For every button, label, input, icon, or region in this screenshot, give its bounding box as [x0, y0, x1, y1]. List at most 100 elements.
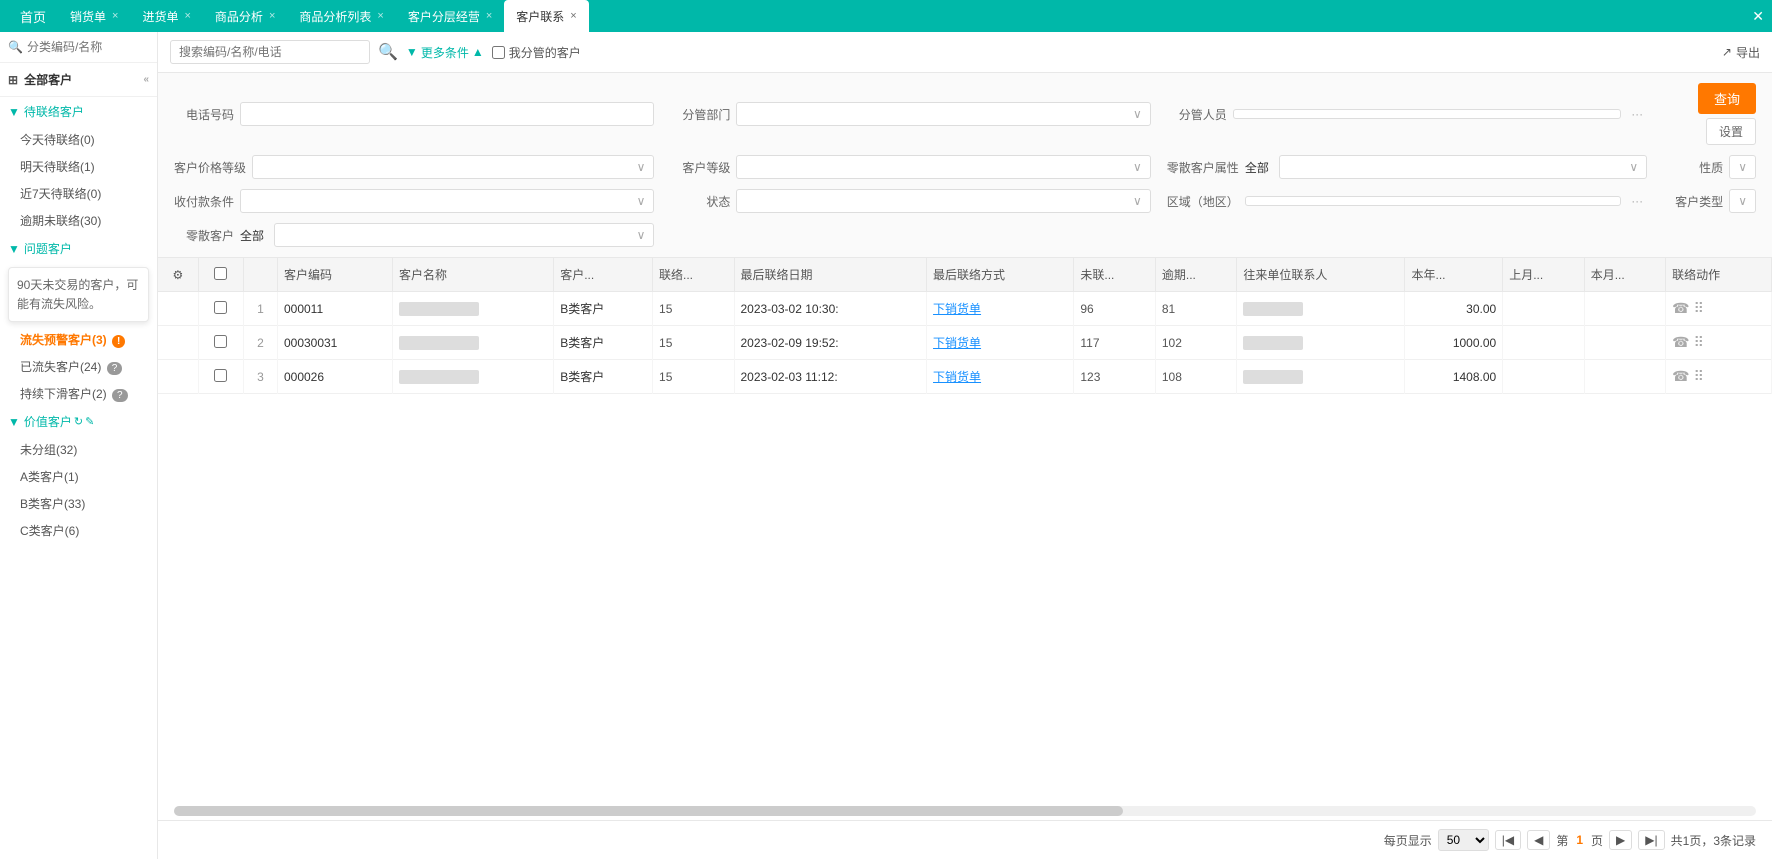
- sidebar-item-overdue-contact[interactable]: 逾期未联络(30): [0, 207, 157, 234]
- all-customers-item[interactable]: ⊞ 全部客户 «: [0, 63, 157, 97]
- sidebar-item-class-c[interactable]: C类客户(6): [0, 517, 157, 544]
- my-customers-checkbox[interactable]: [492, 46, 505, 59]
- sidebar-item-7days[interactable]: 近7天待联络(0): [0, 180, 157, 207]
- my-customers-checkbox-label[interactable]: 我分管的客户: [492, 44, 581, 61]
- row-code[interactable]: 000026: [277, 360, 392, 394]
- contact-icon[interactable]: ☎: [1672, 300, 1689, 317]
- manager-select[interactable]: [1233, 109, 1621, 119]
- churned-badge: ?: [107, 362, 123, 375]
- col-overdue[interactable]: 逾期...: [1155, 258, 1236, 292]
- payment-select[interactable]: ∨: [240, 189, 654, 213]
- row-last-method[interactable]: 下销货单: [927, 292, 1074, 326]
- row-name[interactable]: [393, 292, 554, 326]
- query-btn[interactable]: 查询: [1698, 83, 1756, 114]
- row-code[interactable]: 000011: [277, 292, 392, 326]
- region-dots[interactable]: ···: [1627, 194, 1647, 208]
- scrollbar-thumb[interactable]: [174, 806, 1123, 816]
- next-page-btn[interactable]: ▶: [1609, 830, 1632, 850]
- contact-icon[interactable]: ☎: [1672, 334, 1689, 351]
- row-last-method[interactable]: 下销货单: [927, 326, 1074, 360]
- close-purchase-tab[interactable]: ×: [184, 10, 190, 22]
- manager-dots[interactable]: ···: [1627, 107, 1647, 121]
- row-checkbox[interactable]: [214, 301, 227, 314]
- row-name[interactable]: [393, 326, 554, 360]
- tab-customer-contact[interactable]: 客户联系 ×: [504, 0, 588, 32]
- close-sales-tab[interactable]: ×: [112, 10, 118, 22]
- filter-status-row: 状态 ∨: [670, 189, 1150, 213]
- search-button[interactable]: 🔍: [378, 42, 398, 62]
- sidebar-item-class-b[interactable]: B类客户(33): [0, 490, 157, 517]
- tab-product-list[interactable]: 商品分析列表 ×: [287, 0, 395, 32]
- close-customer-tier-tab[interactable]: ×: [486, 10, 492, 22]
- scrollbar-track[interactable]: [174, 806, 1756, 816]
- sidebar-item-churn-warning[interactable]: 流失预警客户(3) !: [0, 326, 157, 353]
- col-type[interactable]: 客户...: [554, 258, 653, 292]
- more-action-icon[interactable]: ⠿: [1694, 300, 1704, 317]
- close-all-btn[interactable]: ✕: [1752, 8, 1764, 25]
- refresh-icon[interactable]: ↻: [74, 415, 83, 428]
- row-checkbox-cell[interactable]: [198, 326, 243, 360]
- more-conditions-btn[interactable]: ▼ 更多条件 ▲: [406, 44, 484, 61]
- edit-icon[interactable]: ✎: [85, 415, 94, 428]
- row-checkbox-cell[interactable]: [198, 360, 243, 394]
- col-settings[interactable]: ⚙: [158, 258, 198, 292]
- row-checkbox[interactable]: [214, 369, 227, 382]
- tab-purchase[interactable]: 进货单 ×: [130, 0, 202, 32]
- col-code[interactable]: 客户编码: [277, 258, 392, 292]
- row-checkbox-cell[interactable]: [198, 292, 243, 326]
- region-select[interactable]: [1245, 196, 1621, 206]
- contact-icon[interactable]: ☎: [1672, 368, 1689, 385]
- sidebar-search-input[interactable]: [27, 40, 158, 54]
- close-product-list-tab[interactable]: ×: [377, 10, 383, 22]
- col-name[interactable]: 客户名称: [393, 258, 554, 292]
- row-code[interactable]: 00030031: [277, 326, 392, 360]
- zero-customer-select[interactable]: ∨: [274, 223, 654, 247]
- col-partner-contact[interactable]: 往来单位联系人: [1237, 258, 1405, 292]
- settings-btn[interactable]: 设置: [1706, 118, 1756, 145]
- sidebar-item-churned[interactable]: 已流失客户(24) ?: [0, 353, 157, 380]
- home-tab[interactable]: 首页: [8, 7, 58, 26]
- first-page-btn[interactable]: |◀: [1495, 830, 1521, 850]
- more-action-icon[interactable]: ⠿: [1694, 368, 1704, 385]
- group-pending-contact[interactable]: ▼ 待联络客户: [0, 97, 157, 126]
- export-btn[interactable]: ↗ 导出: [1722, 44, 1760, 61]
- group-problem-customers[interactable]: ▼ 问题客户: [0, 234, 157, 263]
- tab-sales[interactable]: 销货单 ×: [58, 0, 130, 32]
- sidebar-item-today[interactable]: 今天待联络(0): [0, 126, 157, 153]
- last-page-btn[interactable]: ▶|: [1638, 830, 1664, 850]
- row-last-month: [1503, 292, 1584, 326]
- per-page-select[interactable]: 50 100: [1438, 829, 1489, 851]
- row-name[interactable]: [393, 360, 554, 394]
- row-last-method[interactable]: 下销货单: [927, 360, 1074, 394]
- phone-input[interactable]: [240, 102, 654, 126]
- more-action-icon[interactable]: ⠿: [1694, 334, 1704, 351]
- search-input[interactable]: [170, 40, 370, 64]
- zero-attr-select[interactable]: ∨: [1279, 155, 1647, 179]
- group-value-customers[interactable]: ▼ 价值客户 ↻ ✎: [0, 407, 157, 436]
- col-not-contacted[interactable]: 未联...: [1074, 258, 1155, 292]
- col-last-method[interactable]: 最后联络方式: [927, 258, 1074, 292]
- tab-product-analysis[interactable]: 商品分析 ×: [203, 0, 287, 32]
- customer-type-select[interactable]: ∨: [1729, 189, 1756, 213]
- col-last-month[interactable]: 上月...: [1503, 258, 1584, 292]
- col-contact[interactable]: 联络...: [653, 258, 734, 292]
- tab-customer-tier[interactable]: 客户分层经营 ×: [396, 0, 504, 32]
- sidebar-item-tomorrow[interactable]: 明天待联络(1): [0, 153, 157, 180]
- sidebar-item-declining[interactable]: 持续下滑客户(2) ?: [0, 380, 157, 407]
- status-select[interactable]: ∨: [736, 189, 1150, 213]
- grade-select[interactable]: ∨: [736, 155, 1150, 179]
- nature-select[interactable]: ∨: [1729, 155, 1756, 179]
- row-checkbox[interactable]: [214, 335, 227, 348]
- col-this-month[interactable]: 本月...: [1584, 258, 1665, 292]
- customer-level-select[interactable]: ∨: [252, 155, 654, 179]
- col-this-year[interactable]: 本年...: [1405, 258, 1503, 292]
- dept-select[interactable]: ∨: [736, 102, 1150, 126]
- prev-page-btn[interactable]: ◀: [1527, 830, 1550, 850]
- col-checkbox[interactable]: [198, 258, 243, 292]
- sidebar-item-class-a[interactable]: A类客户(1): [0, 463, 157, 490]
- select-all-checkbox[interactable]: [214, 267, 227, 280]
- close-customer-contact-tab[interactable]: ×: [570, 10, 576, 22]
- sidebar-item-ungrouped[interactable]: 未分组(32): [0, 436, 157, 463]
- close-product-analysis-tab[interactable]: ×: [269, 10, 275, 22]
- col-last-date[interactable]: 最后联络日期: [734, 258, 927, 292]
